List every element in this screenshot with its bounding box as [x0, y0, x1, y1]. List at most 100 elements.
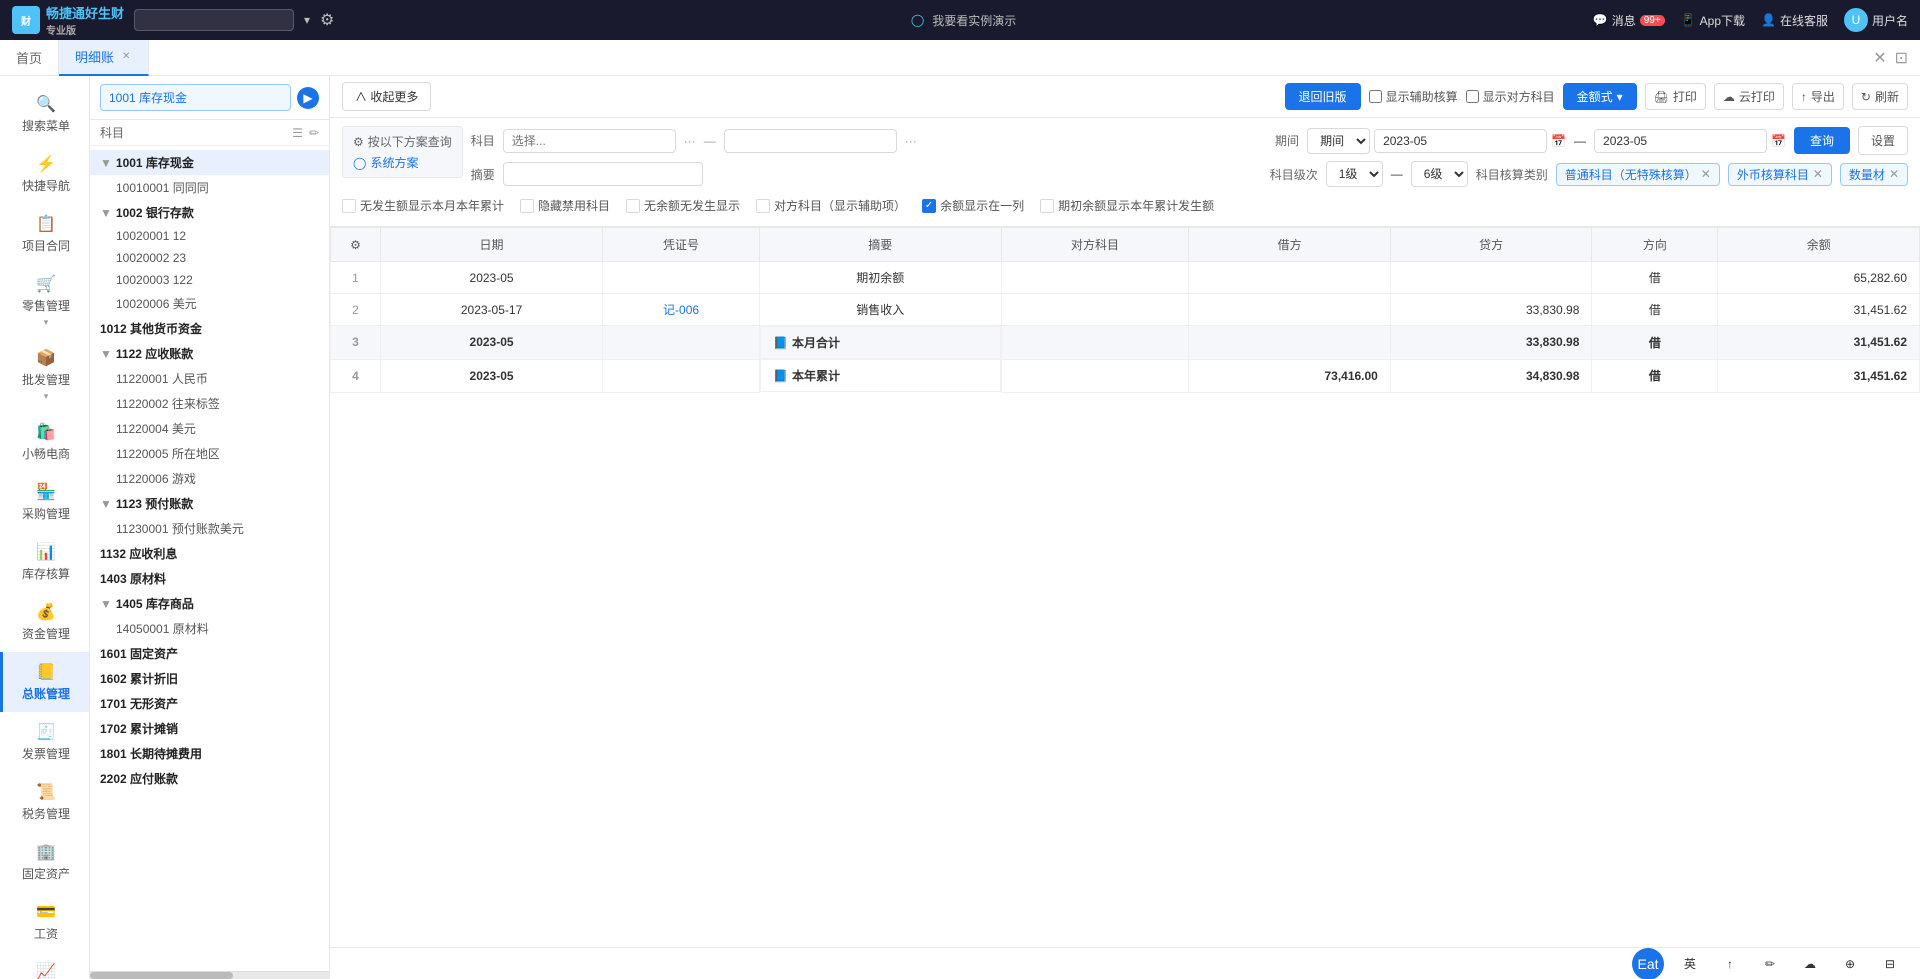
cb-opposite-box[interactable] [756, 199, 770, 213]
amount-format-btn[interactable]: 金额式 ▾ [1563, 83, 1637, 110]
ent-btn[interactable]: Eat [1632, 948, 1664, 979]
account-item-10010001[interactable]: 10010001 同同同 [90, 175, 329, 200]
bottom-add-icon[interactable]: ⊕ [1836, 950, 1864, 978]
date-to-input[interactable] [1594, 129, 1767, 153]
tab-ledger[interactable]: 明细账 ✕ [59, 40, 149, 76]
account-item-2202[interactable]: 2202 应付账款 [90, 766, 329, 791]
cb-hide-disabled[interactable]: 隐藏禁用科目 [520, 197, 610, 214]
export-btn[interactable]: ↑ 导出 [1792, 83, 1844, 110]
sidebar-item-finance[interactable]: 💰 资金管理 [0, 592, 89, 652]
cb-opening-balance[interactable]: 期初余额显示本年累计发生额 [1040, 197, 1214, 214]
close-window-icon[interactable]: ✕ [1873, 48, 1886, 68]
table-settings-icon[interactable]: ⚙ [350, 238, 361, 252]
subject-to-input[interactable] [724, 129, 897, 153]
print-btn[interactable]: 🖨 打印 [1645, 83, 1706, 110]
cb-no-occurrence-box[interactable] [342, 199, 356, 213]
bottom-up-icon[interactable]: ↑ [1716, 950, 1744, 978]
tag-close-1[interactable]: ✕ [1813, 167, 1823, 181]
account-item-10020002[interactable]: 10020002 23 [90, 247, 329, 269]
bottom-lang-btn[interactable]: 英 [1676, 950, 1704, 978]
user-avatar[interactable]: U 用户名 [1844, 8, 1908, 32]
account-item-1405[interactable]: ▼1405 库存商品 [90, 591, 329, 616]
bottom-remove-icon[interactable]: ⊟ [1876, 950, 1904, 978]
cb-opening-balance-box[interactable] [1040, 199, 1054, 213]
sidebar-item-fixed-assets[interactable]: 🏢 固定资产 [0, 832, 89, 892]
return-old-btn[interactable]: 退回旧版 [1285, 83, 1361, 110]
account-item-1702[interactable]: 1702 累计摊销 [90, 716, 329, 741]
settings-icon[interactable]: ⚙ [320, 10, 334, 30]
cloud-print-btn[interactable]: ☁ 云打印 [1714, 83, 1784, 110]
search-dropdown-icon[interactable]: ▾ [304, 13, 310, 27]
sidebar-item-tax[interactable]: 📜 税务管理 [0, 772, 89, 832]
cb-no-balance-box[interactable] [626, 199, 640, 213]
account-item-1012[interactable]: 1012 其他货币资金 [90, 316, 329, 341]
sidebar-item-quicknav[interactable]: ⚡ 快捷导航 [0, 144, 89, 204]
sidebar-item-project[interactable]: 📋 项目合同 [0, 204, 89, 264]
sidebar-item-inventory[interactable]: 📊 库存核算 [0, 532, 89, 592]
tab-home[interactable]: 首页 [0, 40, 59, 76]
tag-close-0[interactable]: ✕ [1701, 167, 1711, 181]
sidebar-item-salary[interactable]: 💳 工资 [0, 892, 89, 952]
col-settings[interactable]: ⚙ [331, 228, 381, 262]
account-item-11220006[interactable]: 11220006 游戏 [90, 466, 329, 491]
subject-more-icon[interactable]: ··· [684, 134, 696, 148]
account-item-1602[interactable]: 1602 累计折旧 [90, 666, 329, 691]
account-item-1701[interactable]: 1701 无形资产 [90, 691, 329, 716]
account-item-1601[interactable]: 1601 固定资产 [90, 641, 329, 666]
maximize-icon[interactable]: ⊡ [1895, 48, 1908, 68]
show-opposite-checkbox[interactable]: 显示对方科目 [1466, 88, 1555, 105]
cb-balance-in-one-box[interactable]: ✓ [922, 199, 936, 213]
account-item-11230001[interactable]: 11230001 预付账款美元 [90, 516, 329, 541]
message-btn[interactable]: 💬 消息 99+ [1593, 12, 1665, 29]
cb-no-balance[interactable]: 无余额无发生显示 [626, 197, 740, 214]
bottom-edit-icon[interactable]: ✏ [1756, 950, 1784, 978]
account-item-11220004[interactable]: 11220004 美元 [90, 416, 329, 441]
sidebar-item-ledger[interactable]: 📒 总账管理 [0, 652, 89, 712]
account-item-11220002[interactable]: 11220002 往来标签 [90, 391, 329, 416]
cb-hide-disabled-box[interactable] [520, 199, 534, 213]
account-item-10020003[interactable]: 10020003 122 [90, 269, 329, 291]
account-scrollbar-thumb[interactable] [90, 972, 233, 979]
account-item-1123[interactable]: ▼1123 预付账款 [90, 491, 329, 516]
subject-level-from[interactable]: 1级 [1326, 161, 1383, 187]
scheme-link[interactable]: ◯ 系统方案 [353, 154, 452, 171]
account-list-icon[interactable]: ☰ [292, 126, 303, 140]
voucher-link-2[interactable]: 记-006 [663, 303, 699, 317]
sidebar-item-invoice[interactable]: 🧾 发票管理 [0, 712, 89, 772]
account-item-11220001[interactable]: 11220001 人民币 [90, 366, 329, 391]
bottom-cloud-icon[interactable]: ☁ [1796, 950, 1824, 978]
account-item-10020001[interactable]: 10020001 12 [90, 225, 329, 247]
tag-close-2[interactable]: ✕ [1889, 167, 1899, 181]
cb-no-occurrence[interactable]: 无发生额显示本月本年累计 [342, 197, 504, 214]
account-item-1801[interactable]: 1801 长期待摊费用 [90, 741, 329, 766]
settings-display-btn[interactable]: 设置 [1858, 126, 1908, 155]
cb-balance-in-one[interactable]: ✓ 余额显示在一列 [922, 197, 1024, 214]
sidebar-item-wholesale[interactable]: 📦 批发管理 ▾ [0, 338, 89, 412]
account-item-1132[interactable]: 1132 应收利息 [90, 541, 329, 566]
top-search-input[interactable] [134, 9, 294, 31]
demo-link[interactable]: ◯ 我要看实例演示 [911, 12, 1016, 29]
summary-input[interactable] [503, 162, 703, 186]
app-download-btn[interactable]: 📱 App下载 [1681, 12, 1745, 29]
account-edit-icon[interactable]: ✏ [309, 126, 319, 140]
account-item-1002[interactable]: ▼1002 银行存款 [90, 200, 329, 225]
date-period-type[interactable]: 期间 [1307, 128, 1370, 154]
refresh-btn[interactable]: ↻ 刷新 [1852, 83, 1908, 110]
cb-opposite[interactable]: 对方科目（显示辅助项） [756, 197, 906, 214]
account-item-14050001[interactable]: 14050001 原材料 [90, 616, 329, 641]
sidebar-item-search[interactable]: 🔍 搜索菜单 [0, 84, 89, 144]
subject-more2-icon[interactable]: ··· [905, 134, 917, 148]
account-nav-btn[interactable]: ▶ [297, 87, 319, 109]
account-selector[interactable]: 1001 库存现金 [100, 84, 291, 111]
sidebar-item-management[interactable]: 📈 经营管理 [0, 952, 89, 979]
account-item-10020006[interactable]: 10020006 美元 [90, 291, 329, 316]
sidebar-item-ecommerce[interactable]: 🛍️ 小畅电商 [0, 412, 89, 472]
date-from-input[interactable] [1374, 129, 1547, 153]
sidebar-item-purchase[interactable]: 🏪 采购管理 [0, 472, 89, 532]
row-voucher-2[interactable]: 记-006 [603, 294, 760, 326]
query-btn[interactable]: 查询 [1794, 127, 1850, 154]
collapse-filter-btn[interactable]: ∧ 收起更多 [342, 82, 431, 111]
account-item-11220005[interactable]: 11220005 所在地区 [90, 441, 329, 466]
account-item-1001[interactable]: ▼1001 库存现金 [90, 150, 329, 175]
online-service-btn[interactable]: 👤 在线客服 [1761, 12, 1828, 29]
